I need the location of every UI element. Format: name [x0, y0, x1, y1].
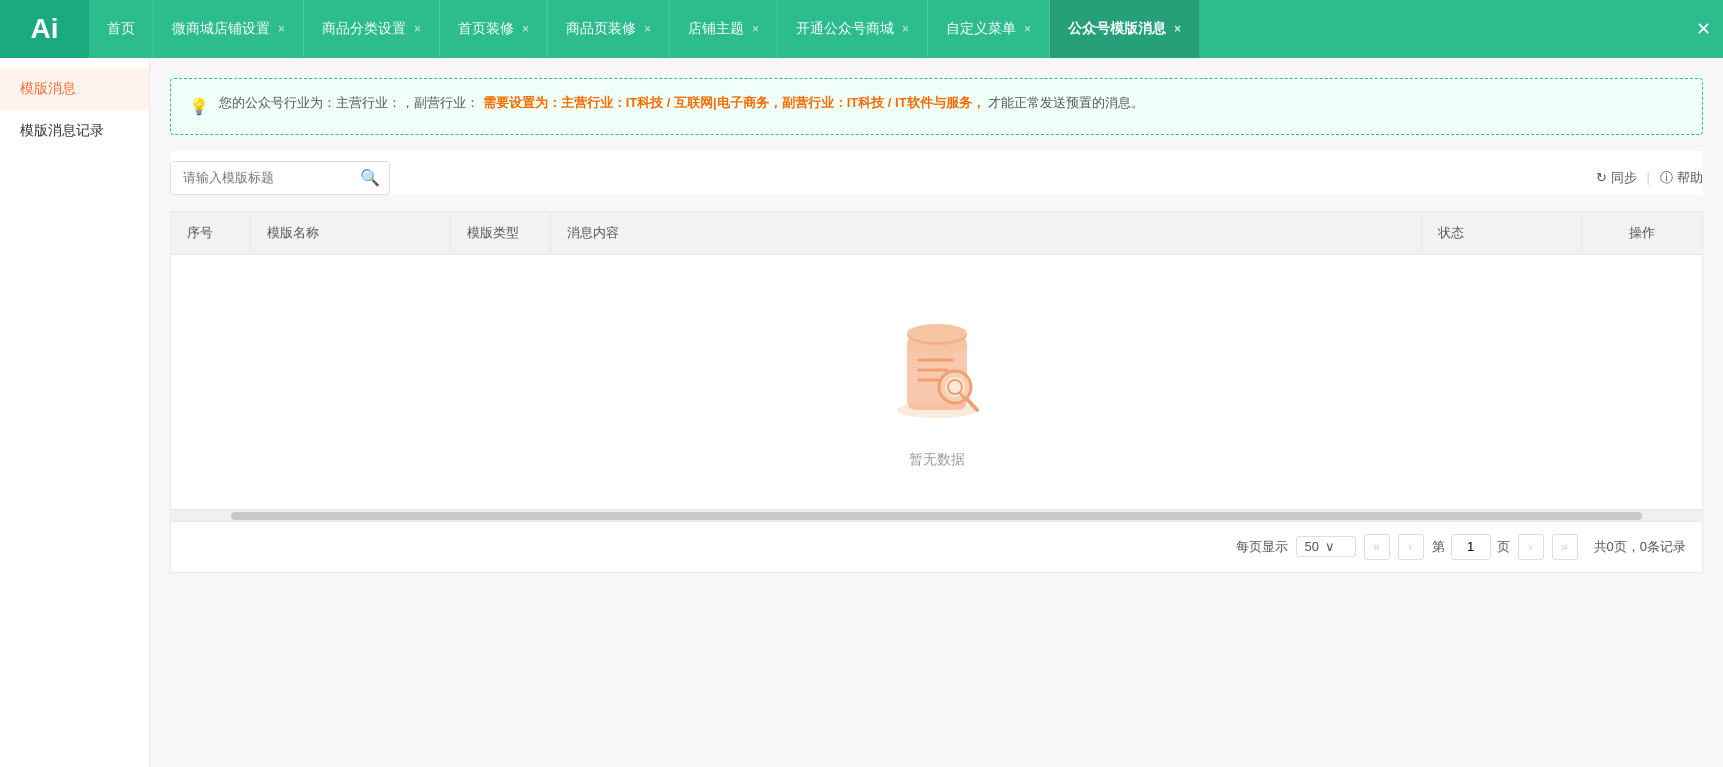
app-logo: Ai — [0, 0, 89, 58]
main-layout: 模版消息模版消息记录 💡 您的公众号行业为：主营行业：，副营行业： 需要设置为：… — [0, 58, 1723, 767]
tab-template-msg[interactable]: 公众号模版消息× — [1050, 0, 1200, 58]
search-bar: 🔍 ↻ 同步 | ⓘ 帮助 — [170, 151, 1703, 195]
notice-icon: 💡 — [189, 94, 209, 120]
search-input-wrap: 🔍 — [170, 161, 390, 195]
notice-highlight: 需要设置为：主营行业：IT科技 / 互联网|电子商务，副营行业：IT科技 / I… — [483, 95, 985, 110]
page-unit: 页 — [1497, 538, 1510, 556]
col-header-type: 模版类型 — [451, 212, 551, 254]
col-header-name: 模版名称 — [251, 212, 451, 254]
page-label: 第 — [1432, 538, 1445, 556]
sidebar-item-template-msg[interactable]: 模版消息 — [0, 68, 149, 110]
sync-label: 同步 — [1611, 169, 1637, 187]
tab-close-store-theme[interactable]: × — [752, 22, 759, 36]
tab-store-theme[interactable]: 店铺主题× — [670, 0, 778, 58]
tab-close-template-msg[interactable]: × — [1174, 22, 1181, 36]
notice-text-1: 您的公众号行业为：主营行业：，副营行业： — [219, 95, 479, 110]
empty-text: 暂无数据 — [909, 451, 965, 469]
content-area: 💡 您的公众号行业为：主营行业：，副营行业： 需要设置为：主营行业：IT科技 /… — [150, 58, 1723, 767]
page-input-wrap: 第 页 — [1432, 534, 1510, 560]
empty-illustration — [877, 315, 997, 435]
next-page-button[interactable]: › — [1518, 534, 1544, 560]
page-number-input[interactable] — [1451, 534, 1491, 560]
search-right: ↻ 同步 | ⓘ 帮助 — [1596, 169, 1703, 187]
col-header-seq: 序号 — [171, 212, 251, 254]
page-size-label: 每页显示 — [1236, 538, 1288, 556]
page-total: 共0页，0条记录 — [1594, 538, 1686, 556]
sidebar: 模版消息模版消息记录 — [0, 58, 150, 767]
table-wrap: 序号 模版名称 模版类型 消息内容 状态 操作 — [170, 211, 1703, 573]
svg-point-3 — [907, 324, 967, 342]
close-all-button[interactable]: ✕ — [1683, 0, 1723, 58]
tab-close-home-decor[interactable]: × — [522, 22, 529, 36]
tab-open-mall[interactable]: 开通公众号商城× — [778, 0, 928, 58]
tab-home[interactable]: 首页 — [89, 0, 154, 58]
first-page-button[interactable]: « — [1364, 534, 1390, 560]
notice-text-2: 才能正常发送预置的消息。 — [988, 95, 1144, 110]
sync-icon: ↻ — [1596, 170, 1607, 185]
tab-close-custom-menu[interactable]: × — [1024, 22, 1031, 36]
search-input[interactable] — [170, 161, 390, 195]
table-header: 序号 模版名称 模版类型 消息内容 状态 操作 — [171, 212, 1702, 255]
tab-close-category-settings[interactable]: × — [414, 22, 421, 36]
sync-button[interactable]: ↻ 同步 — [1596, 169, 1637, 187]
nav-tabs: 首页微商城店铺设置×商品分类设置×首页装修×商品页装修×店铺主题×开通公众号商城… — [89, 0, 1683, 58]
help-label: 帮助 — [1677, 169, 1703, 187]
help-button[interactable]: ⓘ 帮助 — [1660, 169, 1703, 187]
col-header-action: 操作 — [1582, 212, 1702, 254]
notice-box: 💡 您的公众号行业为：主营行业：，副营行业： 需要设置为：主营行业：IT科技 /… — [170, 78, 1703, 135]
help-icon: ⓘ — [1660, 169, 1673, 187]
notice-text: 您的公众号行业为：主营行业：，副营行业： 需要设置为：主营行业：IT科技 / 互… — [219, 93, 1144, 114]
tab-close-open-mall[interactable]: × — [902, 22, 909, 36]
tab-close-store-settings[interactable]: × — [278, 22, 285, 36]
pagination: 每页显示 50 ∨ « ‹ 第 页 › » 共0页，0条记录 — [171, 521, 1702, 572]
tab-custom-menu[interactable]: 自定义菜单× — [928, 0, 1050, 58]
page-size-select[interactable]: 50 ∨ — [1296, 536, 1356, 557]
prev-page-button[interactable]: ‹ — [1398, 534, 1424, 560]
tab-store-settings[interactable]: 微商城店铺设置× — [154, 0, 304, 58]
tab-category-settings[interactable]: 商品分类设置× — [304, 0, 440, 58]
scrollbar-thumb[interactable] — [231, 512, 1642, 520]
page-size-chevron: ∨ — [1325, 539, 1335, 554]
scrollbar-track[interactable] — [171, 509, 1702, 521]
search-button[interactable]: 🔍 — [360, 168, 380, 187]
col-header-status: 状态 — [1422, 212, 1582, 254]
col-header-content: 消息内容 — [551, 212, 1422, 254]
empty-state: 暂无数据 — [171, 255, 1702, 509]
top-nav: Ai 首页微商城店铺设置×商品分类设置×首页装修×商品页装修×店铺主题×开通公众… — [0, 0, 1723, 58]
sidebar-item-template-history[interactable]: 模版消息记录 — [0, 110, 149, 152]
tab-product-decor[interactable]: 商品页装修× — [548, 0, 670, 58]
divider: | — [1647, 170, 1650, 185]
tab-close-product-decor[interactable]: × — [644, 22, 651, 36]
tab-home-decor[interactable]: 首页装修× — [440, 0, 548, 58]
page-size-value: 50 — [1305, 539, 1319, 554]
last-page-button[interactable]: » — [1552, 534, 1578, 560]
search-left: 🔍 — [170, 161, 390, 195]
